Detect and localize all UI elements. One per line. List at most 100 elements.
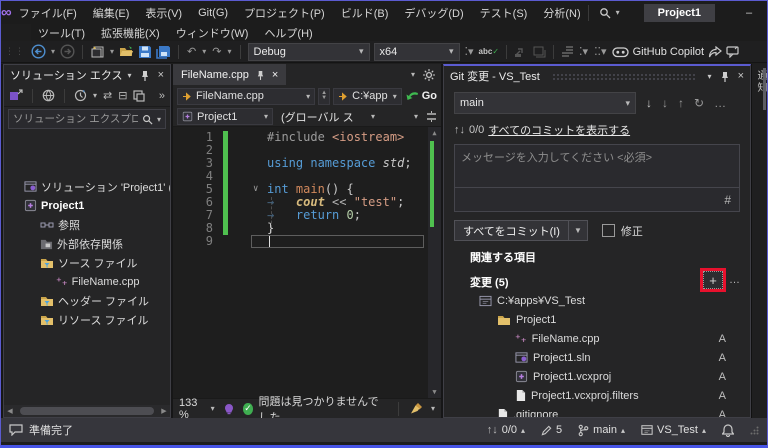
changes-more-icon[interactable]: … bbox=[729, 274, 740, 286]
project-select[interactable]: Project1 ▾ bbox=[177, 108, 273, 125]
intellicode-icon[interactable] bbox=[223, 403, 235, 415]
spell-check-icon[interactable]: abc✓ bbox=[479, 47, 500, 56]
code-cleanup-broom-icon[interactable] bbox=[410, 402, 423, 415]
menu-item[interactable]: 表示(V) bbox=[138, 3, 189, 23]
menu-item[interactable]: ビルド(B) bbox=[334, 3, 396, 23]
path-select[interactable]: C:¥app ▾ bbox=[333, 87, 402, 105]
scroll-left-icon[interactable]: ◀ bbox=[4, 407, 16, 415]
sync-with-active-icon[interactable]: ⇄ bbox=[103, 89, 112, 102]
scroll-right-icon[interactable]: ▶ bbox=[158, 407, 170, 415]
share-icon[interactable] bbox=[708, 45, 723, 58]
current-repo[interactable]: VS_Test ▴ bbox=[641, 424, 706, 436]
git-file-row[interactable]: Project1.vcxproj A bbox=[454, 367, 740, 386]
solution-horizontal-scrollbar[interactable]: ◀ ▶ bbox=[4, 405, 170, 417]
save-icon[interactable] bbox=[138, 45, 152, 59]
commit-message-box[interactable] bbox=[454, 144, 740, 188]
github-copilot-label[interactable]: GitHub Copilot bbox=[633, 46, 705, 58]
home-icon[interactable] bbox=[42, 89, 55, 102]
switch-views-icon[interactable] bbox=[9, 89, 23, 102]
scope-select[interactable]: (グローバル ス ▾ bbox=[276, 108, 380, 125]
commit-description-box[interactable]: # bbox=[454, 188, 740, 212]
tree-row[interactable]: リソース ファイル bbox=[4, 310, 170, 329]
menu-item[interactable]: テスト(S) bbox=[473, 3, 535, 23]
pull-icon[interactable]: ↓ bbox=[662, 96, 668, 110]
tab-list-dropdown-icon[interactable]: ▾ bbox=[411, 70, 415, 79]
sync-icon[interactable]: ↻ bbox=[694, 96, 704, 110]
solution-explorer-header[interactable]: ソリューション エクスプローラー ▾ × bbox=[4, 65, 170, 85]
pending-changes-filter-icon[interactable] bbox=[74, 89, 87, 102]
back-dropdown-icon[interactable]: ▾ bbox=[50, 47, 56, 56]
commit-options-dropdown-icon[interactable]: ▼ bbox=[567, 221, 587, 240]
minimize-button[interactable]: – bbox=[729, 7, 768, 19]
work-item-hash-icon[interactable]: # bbox=[724, 193, 731, 207]
git-panel-header[interactable]: Git 変更 - VS_Test ▾ × bbox=[444, 66, 750, 86]
menu-item[interactable]: ウィンドウ(W) bbox=[169, 23, 256, 43]
panel-drag-texture[interactable] bbox=[551, 72, 696, 80]
panel-close-icon[interactable]: × bbox=[738, 70, 744, 82]
split-editor-icon[interactable] bbox=[426, 111, 437, 122]
cleanup-dropdown-icon[interactable]: ▾ bbox=[431, 404, 435, 413]
open-folder-icon[interactable] bbox=[119, 45, 134, 58]
push-icon[interactable]: ↑ bbox=[678, 96, 684, 110]
tree-row[interactable]: ソース ファイル bbox=[4, 253, 170, 272]
stage-all-button[interactable]: + bbox=[703, 271, 723, 289]
go-button[interactable]: Go bbox=[405, 90, 437, 103]
document-select[interactable]: FileName.cpp ▾ bbox=[177, 87, 316, 105]
related-items-section[interactable]: 関連する項目 bbox=[454, 247, 740, 266]
scroll-up-icon[interactable]: ▲ bbox=[428, 129, 441, 137]
menu-item[interactable]: ツール(T) bbox=[31, 23, 92, 43]
code-line[interactable]: 9 bbox=[173, 235, 427, 248]
changes-section[interactable]: 変更 (5) + … bbox=[454, 268, 740, 292]
properties-icon[interactable] bbox=[133, 89, 146, 102]
new-dropdown-icon[interactable]: ▾ bbox=[109, 47, 115, 56]
search-dropdown-icon[interactable]: ▾ bbox=[616, 8, 620, 17]
menu-item[interactable]: 拡張機能(X) bbox=[94, 23, 167, 43]
member-select[interactable]: ▾ bbox=[383, 108, 423, 125]
menu-item[interactable]: ファイル(F) bbox=[12, 3, 84, 23]
scroll-down-icon[interactable]: ▼ bbox=[428, 388, 441, 396]
tab-close-icon[interactable]: × bbox=[272, 69, 278, 81]
undo-dropdown-icon[interactable]: ▾ bbox=[201, 47, 207, 56]
undo-icon[interactable]: ↶ bbox=[186, 45, 197, 58]
git-file-row[interactable]: Project1 bbox=[454, 310, 740, 329]
solution-platform-select[interactable]: x64 ▾ bbox=[373, 42, 460, 61]
git-file-row[interactable]: Project1.sln A bbox=[454, 348, 740, 367]
show-all-commits-link[interactable]: すべてのコミットを表示する bbox=[488, 122, 630, 138]
tree-row[interactable]: 外部依存関係 bbox=[4, 234, 170, 253]
tree-row[interactable]: 参照 bbox=[4, 215, 170, 234]
right-scrollbar-thumb[interactable] bbox=[763, 68, 766, 110]
preview-changes-icon[interactable]: ⁚▾ bbox=[464, 45, 475, 58]
fold-chevron-icon[interactable]: ∨ bbox=[253, 183, 265, 196]
tab-filename-cpp[interactable]: FileName.cpp × bbox=[173, 64, 287, 85]
code-editor[interactable]: 1 #include <iostream> 2 3 using namespace st… bbox=[173, 127, 441, 398]
pin-icon[interactable] bbox=[720, 71, 730, 82]
save-all-icon[interactable] bbox=[156, 45, 171, 59]
toolbar-grip[interactable]: ⋮⋮ bbox=[5, 46, 25, 57]
git-file-row[interactable]: .gitignore A bbox=[454, 405, 740, 417]
menu-item[interactable]: デバッグ(D) bbox=[397, 3, 470, 23]
bell-icon[interactable] bbox=[722, 423, 734, 437]
menu-item[interactable]: Git(G) bbox=[191, 5, 235, 21]
git-more-icon[interactable]: … bbox=[714, 96, 726, 110]
feedback-bubble-icon[interactable] bbox=[9, 424, 23, 436]
navigate-back-icon[interactable] bbox=[31, 44, 46, 59]
solution-search-input[interactable] bbox=[13, 113, 138, 125]
menu-item[interactable]: プロジェクト(P) bbox=[237, 3, 332, 23]
quick-search[interactable]: ▾ bbox=[587, 4, 630, 21]
tree-row[interactable]: Project1 bbox=[4, 196, 170, 215]
zoom-select[interactable]: 133 % ▾ bbox=[179, 397, 215, 421]
menu-item[interactable]: 編集(E) bbox=[86, 3, 137, 23]
scrollbar-thumb[interactable] bbox=[20, 407, 154, 415]
current-branch[interactable]: main ▴ bbox=[578, 424, 625, 437]
navigate-forward-icon[interactable] bbox=[60, 44, 75, 59]
new-project-icon[interactable] bbox=[90, 45, 105, 59]
toolbar-overflow-icon[interactable]: » bbox=[159, 90, 165, 102]
panel-close-icon[interactable]: × bbox=[158, 69, 164, 81]
tree-row[interactable]: ソリューション 'Project1' (1/1 のプロジェクト) bbox=[4, 177, 170, 196]
filter-dropdown-icon[interactable]: ▾ bbox=[93, 91, 97, 100]
branch-select[interactable]: main ▾ bbox=[454, 92, 636, 114]
commit-message-input[interactable] bbox=[455, 145, 739, 187]
tab-pin-icon[interactable] bbox=[256, 70, 265, 80]
pin-icon[interactable] bbox=[140, 70, 150, 81]
sync-status[interactable]: ↑↓ 0/0 ▴ bbox=[487, 424, 525, 436]
